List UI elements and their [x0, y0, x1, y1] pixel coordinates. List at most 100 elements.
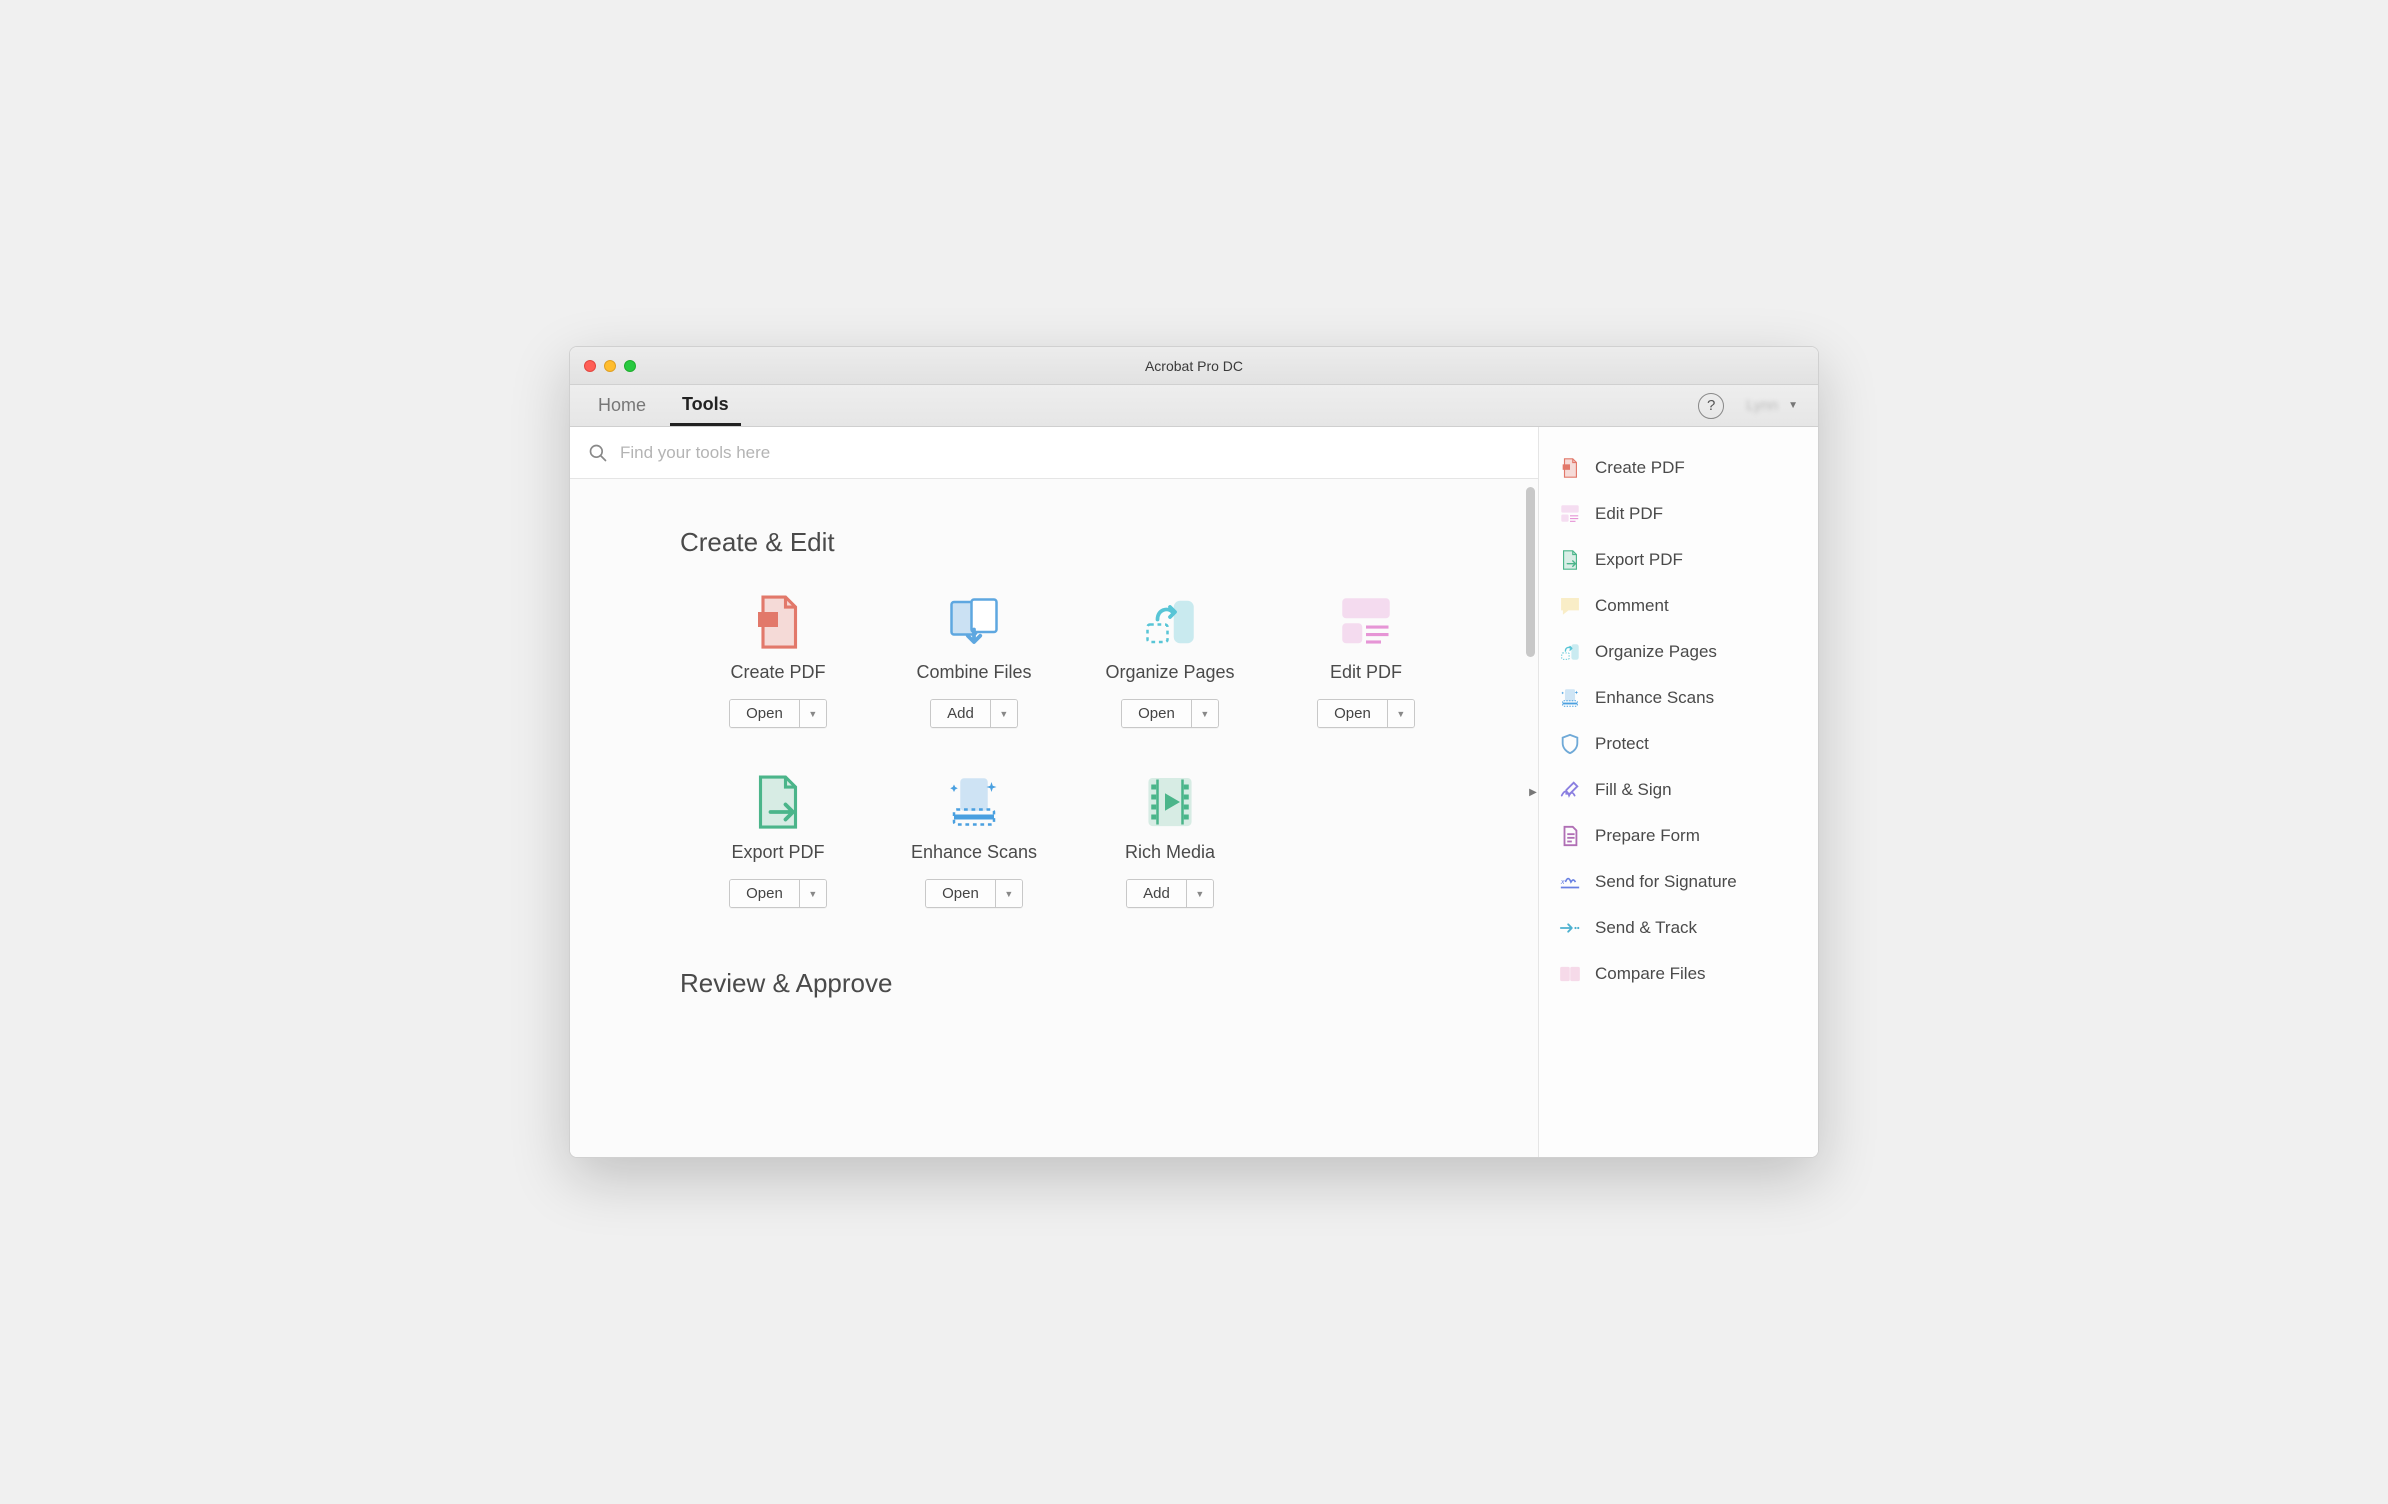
tool-organize: Organize Pages Open ▼	[1072, 592, 1268, 728]
tab-tools[interactable]: Tools	[670, 385, 741, 426]
sidebar-item-label: Enhance Scans	[1595, 688, 1714, 708]
titlebar: Acrobat Pro DC	[570, 347, 1818, 385]
organize-icon	[1559, 641, 1581, 663]
sidebar-item-label: Compare Files	[1595, 964, 1706, 984]
create-pdf-icon	[1559, 457, 1581, 479]
tool-rich-media-action: Add ▼	[1126, 879, 1214, 908]
scrollbar-thumb[interactable]	[1526, 487, 1535, 657]
tool-export-pdf: Export PDF Open ▼	[680, 772, 876, 908]
sidebar-item-create-pdf[interactable]: Create PDF	[1539, 445, 1818, 491]
tool-enhance-dropdown[interactable]: ▼	[996, 880, 1022, 907]
window-controls	[584, 360, 636, 372]
user-menu-dropdown[interactable]: ▼	[1784, 396, 1802, 415]
sidebar-item-label: Comment	[1595, 596, 1669, 616]
help-button[interactable]: ?	[1698, 393, 1724, 419]
send-track-icon	[1559, 917, 1581, 939]
tool-edit-pdf: Edit PDF Open ▼	[1268, 592, 1464, 728]
enhance-icon	[944, 772, 1004, 826]
sidebar-item-edit-pdf[interactable]: Edit PDF	[1539, 491, 1818, 537]
tool-export-pdf-dropdown[interactable]: ▼	[800, 880, 826, 907]
tool-combine-files-button[interactable]: Add	[931, 700, 991, 727]
tool-create-pdf-dropdown[interactable]: ▼	[800, 700, 826, 727]
sidebar-collapse-handle[interactable]: ▶	[1528, 770, 1538, 814]
comment-icon	[1559, 595, 1581, 617]
sidebar-item-label: Edit PDF	[1595, 504, 1663, 524]
sidebar-item-label: Send & Track	[1595, 918, 1697, 938]
content-area: Create & Edit Create PDF Open ▼ Combine …	[570, 427, 1818, 1157]
tool-organize-button[interactable]: Open	[1122, 700, 1192, 727]
right-sidebar: Create PDF Edit PDF Export PDF Comment O…	[1538, 427, 1818, 1157]
search-bar	[570, 427, 1538, 479]
svg-text:x: x	[1560, 877, 1565, 886]
edit-pdf-icon	[1336, 592, 1396, 646]
section-create-edit-title: Create & Edit	[680, 527, 1538, 558]
tool-combine-files-dropdown[interactable]: ▼	[991, 700, 1017, 727]
sidebar-item-enhance[interactable]: Enhance Scans	[1539, 675, 1818, 721]
tool-grid: Create PDF Open ▼ Combine Files Add ▼ Or…	[680, 592, 1538, 908]
tool-label: Organize Pages	[1105, 662, 1234, 683]
tool-combine-files-action: Add ▼	[930, 699, 1018, 728]
sidebar-item-label: Create PDF	[1595, 458, 1685, 478]
tool-label: Rich Media	[1125, 842, 1215, 863]
tool-label: Edit PDF	[1330, 662, 1402, 683]
tool-organize-dropdown[interactable]: ▼	[1192, 700, 1218, 727]
top-toolbar: Home Tools ? Lynn ▼	[570, 385, 1818, 427]
sidebar-item-export-pdf[interactable]: Export PDF	[1539, 537, 1818, 583]
tool-create-pdf-button[interactable]: Open	[730, 700, 800, 727]
app-window: Acrobat Pro DC Home Tools ? Lynn ▼ Creat…	[569, 346, 1819, 1158]
zoom-window-button[interactable]	[624, 360, 636, 372]
tool-export-pdf-action: Open ▼	[729, 879, 827, 908]
tool-enhance-button[interactable]: Open	[926, 880, 996, 907]
tab-home[interactable]: Home	[586, 385, 658, 426]
create-pdf-icon	[748, 592, 808, 646]
sidebar-item-compare[interactable]: Compare Files	[1539, 951, 1818, 997]
user-name-label: Lynn	[1740, 397, 1784, 414]
signature-icon: x	[1559, 871, 1581, 893]
sidebar-item-label: Export PDF	[1595, 550, 1683, 570]
export-pdf-icon	[1559, 549, 1581, 571]
sidebar-item-fill-sign[interactable]: Fill & Sign	[1539, 767, 1818, 813]
tools-scroll[interactable]: Create & Edit Create PDF Open ▼ Combine …	[570, 479, 1538, 1157]
sidebar-item-signature[interactable]: x Send for Signature	[1539, 859, 1818, 905]
sidebar-item-comment[interactable]: Comment	[1539, 583, 1818, 629]
tool-export-pdf-button[interactable]: Open	[730, 880, 800, 907]
tool-enhance: Enhance Scans Open ▼	[876, 772, 1072, 908]
prepare-form-icon	[1559, 825, 1581, 847]
vertical-scrollbar[interactable]	[1523, 481, 1538, 1157]
minimize-window-button[interactable]	[604, 360, 616, 372]
tool-rich-media-dropdown[interactable]: ▼	[1187, 880, 1213, 907]
tool-edit-pdf-dropdown[interactable]: ▼	[1388, 700, 1414, 727]
tool-label: Enhance Scans	[911, 842, 1037, 863]
section-review-approve-title: Review & Approve	[680, 968, 1538, 999]
close-window-button[interactable]	[584, 360, 596, 372]
tool-edit-pdf-button[interactable]: Open	[1318, 700, 1388, 727]
sidebar-item-label: Fill & Sign	[1595, 780, 1672, 800]
export-pdf-icon	[748, 772, 808, 826]
tool-label: Combine Files	[916, 662, 1031, 683]
tool-organize-action: Open ▼	[1121, 699, 1219, 728]
tool-create-pdf: Create PDF Open ▼	[680, 592, 876, 728]
sidebar-item-label: Organize Pages	[1595, 642, 1717, 662]
fill-sign-icon	[1559, 779, 1581, 801]
tool-combine-files: Combine Files Add ▼	[876, 592, 1072, 728]
tool-label: Create PDF	[730, 662, 825, 683]
sidebar-item-label: Send for Signature	[1595, 872, 1737, 892]
sidebar-item-protect[interactable]: Protect	[1539, 721, 1818, 767]
search-icon	[588, 443, 608, 463]
search-input[interactable]	[620, 443, 1520, 463]
enhance-icon	[1559, 687, 1581, 709]
rich-media-icon	[1140, 772, 1200, 826]
tool-label: Export PDF	[731, 842, 824, 863]
tool-create-pdf-action: Open ▼	[729, 699, 827, 728]
sidebar-item-organize[interactable]: Organize Pages	[1539, 629, 1818, 675]
tool-edit-pdf-action: Open ▼	[1317, 699, 1415, 728]
tool-rich-media-button[interactable]: Add	[1127, 880, 1187, 907]
tool-rich-media: Rich Media Add ▼	[1072, 772, 1268, 908]
tool-enhance-action: Open ▼	[925, 879, 1023, 908]
sidebar-item-prepare-form[interactable]: Prepare Form	[1539, 813, 1818, 859]
window-title: Acrobat Pro DC	[570, 358, 1818, 374]
sidebar-item-label: Prepare Form	[1595, 826, 1700, 846]
sidebar-item-send-track[interactable]: Send & Track	[1539, 905, 1818, 951]
sidebar-item-label: Protect	[1595, 734, 1649, 754]
protect-icon	[1559, 733, 1581, 755]
